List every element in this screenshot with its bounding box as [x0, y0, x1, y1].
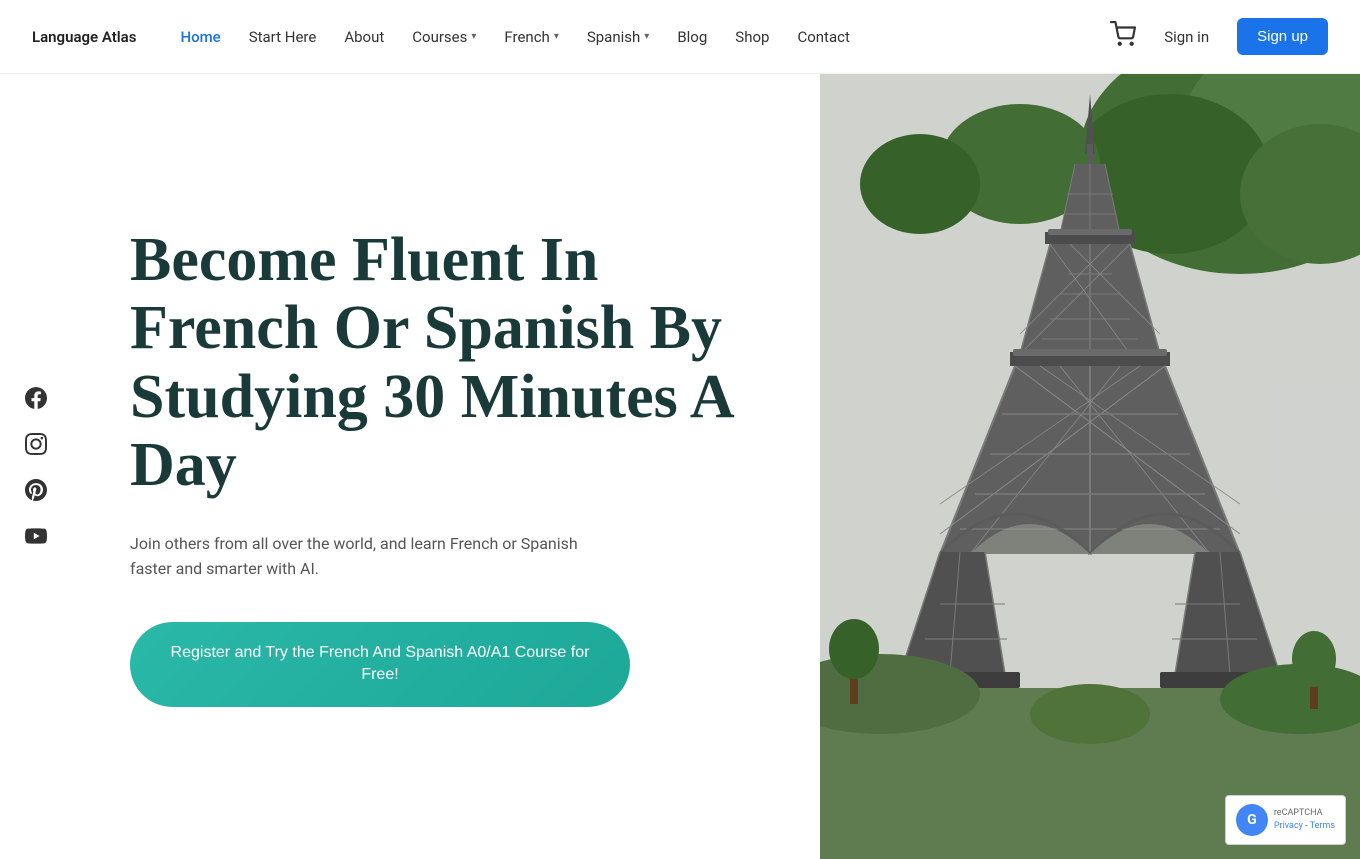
nav-item-about[interactable]: About [332, 20, 396, 54]
nav-item-spanish[interactable]: Spanish ▾ [575, 20, 661, 54]
hero-section: Become Fluent In French Or Spanish By St… [0, 74, 820, 859]
main-container: Become Fluent In French Or Spanish By St… [0, 74, 1360, 859]
recaptcha-logo: G [1236, 804, 1268, 836]
nav-item-french[interactable]: French ▾ [492, 20, 570, 54]
logo[interactable]: Language Atlas [32, 28, 136, 46]
chevron-down-icon: ▾ [644, 31, 649, 42]
instagram-icon[interactable] [24, 432, 48, 456]
hero-subtitle: Join others from all over the world, and… [130, 531, 610, 582]
cart-icon[interactable] [1110, 21, 1136, 53]
hero-image [820, 74, 1360, 859]
main-nav: Home Start Here About Courses ▾ French ▾… [168, 20, 861, 54]
nav-item-contact[interactable]: Contact [785, 20, 861, 54]
facebook-icon[interactable] [24, 386, 48, 410]
youtube-icon[interactable] [24, 524, 48, 548]
header-left: Language Atlas Home Start Here About Cou… [32, 20, 862, 54]
hero-heading: Become Fluent In French Or Spanish By St… [130, 226, 760, 499]
recaptcha-badge: G reCAPTCHA Privacy - Terms [1225, 795, 1346, 845]
recaptcha-text: reCAPTCHA Privacy - Terms [1274, 807, 1335, 832]
nav-item-start-here[interactable]: Start Here [237, 20, 329, 54]
pinterest-icon[interactable] [24, 478, 48, 502]
nav-item-courses[interactable]: Courses ▾ [400, 20, 488, 54]
nav-item-home[interactable]: Home [168, 20, 232, 54]
chevron-down-icon: ▾ [471, 31, 476, 42]
header: Language Atlas Home Start Here About Cou… [0, 0, 1360, 74]
sign-in-link[interactable]: Sign in [1152, 20, 1221, 54]
nav-item-blog[interactable]: Blog [665, 20, 719, 54]
nav-item-shop[interactable]: Shop [723, 20, 781, 54]
header-right: Sign in Sign up [1110, 18, 1328, 55]
social-sidebar [24, 386, 48, 548]
sign-up-button[interactable]: Sign up [1237, 18, 1328, 55]
cta-button[interactable]: Register and Try the French And Spanish … [130, 622, 630, 707]
chevron-down-icon: ▾ [554, 31, 559, 42]
